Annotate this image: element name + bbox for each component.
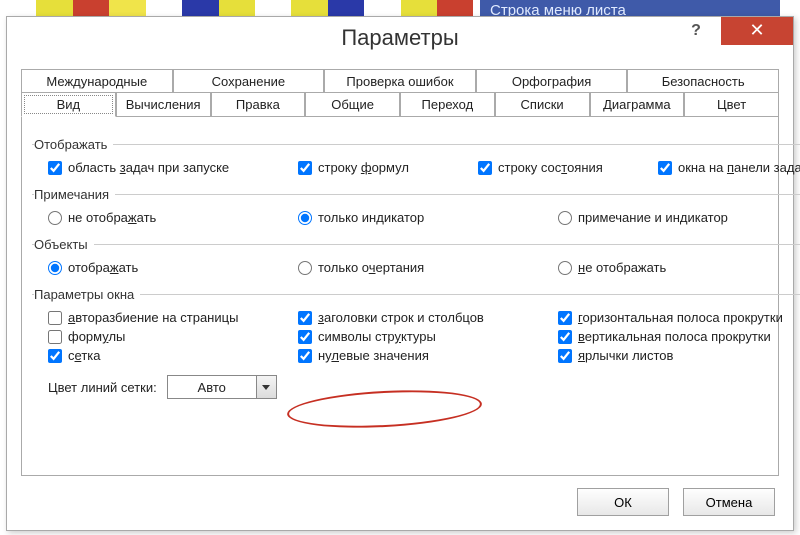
grid-color-label: Цвет линий сетки:: [48, 380, 157, 395]
checkbox-hscroll[interactable]: горизонтальная полоса прокрутки: [558, 308, 800, 327]
group-display: Отображать область задач при запуске стр…: [32, 137, 800, 179]
checkbox-headers[interactable]: заголовки строк и столбцов: [298, 308, 558, 327]
checkbox-outline[interactable]: символы структуры: [298, 327, 558, 346]
tab-general[interactable]: Общие: [305, 92, 400, 117]
ok-button[interactable]: ОК: [577, 488, 669, 516]
group-objects: Объекты отображать только очертания не о…: [32, 237, 800, 279]
close-icon: ✕: [749, 20, 764, 40]
checkbox-zeros[interactable]: нулевые значения: [298, 346, 558, 365]
radio-comments-none[interactable]: не отображать: [48, 208, 298, 227]
tab-transition[interactable]: Переход: [400, 92, 495, 117]
checkbox-status-bar[interactable]: строку состояния: [478, 158, 658, 177]
tab-security[interactable]: Безопасность: [627, 69, 779, 93]
close-button[interactable]: ✕: [721, 17, 793, 45]
checkbox-sheet-tabs[interactable]: ярлычки листов: [558, 346, 800, 365]
tab-edit[interactable]: Правка: [211, 92, 306, 117]
checkbox-task-pane[interactable]: область задач при запуске: [48, 158, 298, 177]
checkbox-vscroll[interactable]: вертикальная полоса прокрутки: [558, 327, 800, 346]
radio-objects-placeholders[interactable]: только очертания: [298, 258, 558, 277]
tab-view[interactable]: Вид: [21, 92, 116, 117]
group-comments: Примечания не отображать только индикато…: [32, 187, 800, 229]
checkbox-windows-taskbar[interactable]: окна на панели задач: [658, 158, 800, 177]
tab-save[interactable]: Сохранение: [173, 69, 325, 93]
checkbox-formula-bar[interactable]: строку формул: [298, 158, 478, 177]
radio-comments-indicator[interactable]: только индикатор: [298, 208, 558, 227]
checkbox-auto-page-break[interactable]: авторазбиение на страницы: [48, 308, 298, 327]
tab-row-1: Международные Сохранение Проверка ошибок…: [21, 69, 779, 92]
help-button[interactable]: ?: [671, 17, 721, 45]
tab-color[interactable]: Цвет: [684, 92, 779, 117]
checkbox-gridlines[interactable]: сетка: [48, 346, 298, 365]
tab-chart[interactable]: Диаграмма: [590, 92, 685, 117]
radio-objects-hide[interactable]: не отображать: [558, 258, 800, 277]
tab-spelling[interactable]: Орфография: [476, 69, 628, 93]
tab-international[interactable]: Международные: [21, 69, 173, 93]
radio-comments-both[interactable]: примечание и индикатор: [558, 208, 800, 227]
checkbox-formulas[interactable]: формулы: [48, 327, 298, 346]
tab-error-checking[interactable]: Проверка ошибок: [324, 69, 476, 93]
group-window: Параметры окна авторазбиение на страницы…: [32, 287, 800, 401]
group-objects-legend: Объекты: [34, 237, 94, 252]
cancel-button[interactable]: Отмена: [683, 488, 775, 516]
tab-calculation[interactable]: Вычисления: [116, 92, 211, 117]
grid-color-value: Авто: [168, 380, 256, 395]
tab-lists[interactable]: Списки: [495, 92, 590, 117]
tab-row-2: Вид Вычисления Правка Общие Переход Спис…: [21, 92, 779, 117]
chevron-down-icon[interactable]: [256, 376, 276, 398]
grid-color-combobox[interactable]: Авто: [167, 375, 277, 399]
group-window-legend: Параметры окна: [34, 287, 140, 302]
group-display-legend: Отображать: [34, 137, 113, 152]
radio-objects-show[interactable]: отображать: [48, 258, 298, 277]
group-comments-legend: Примечания: [34, 187, 115, 202]
titlebar: Параметры ? ✕: [7, 17, 793, 61]
view-tab-panel: Отображать область задач при запуске стр…: [21, 116, 779, 476]
options-dialog: Параметры ? ✕ Международные Сохранение П…: [6, 16, 794, 531]
